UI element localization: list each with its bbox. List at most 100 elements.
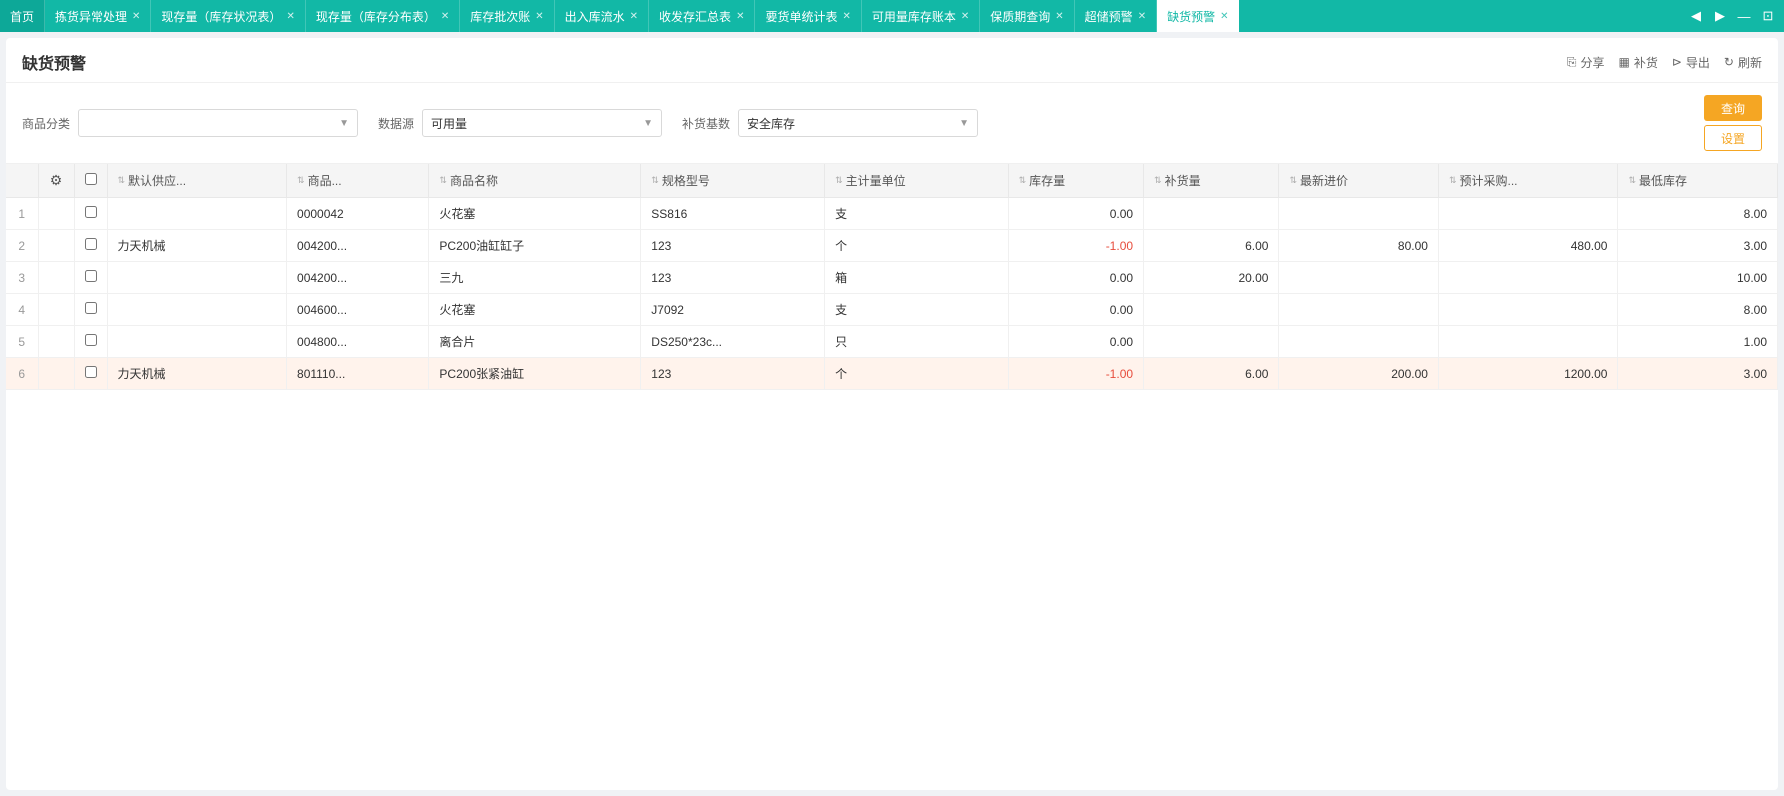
cell-checkbox[interactable] bbox=[74, 198, 107, 230]
nav-prev-btn[interactable]: ◀ bbox=[1684, 4, 1708, 28]
table-row[interactable]: 5004800...离合片DS250*23c...只0.001.00 bbox=[6, 326, 1778, 358]
table-row[interactable]: 10000042火花塞SS816支0.008.00 bbox=[6, 198, 1778, 230]
nav-tab-home[interactable]: 首页 bbox=[0, 0, 45, 32]
nav-minimize-btn[interactable]: — bbox=[1732, 4, 1756, 28]
nav-maximize-btn[interactable]: ⊡ bbox=[1756, 4, 1780, 28]
nav-tab-2[interactable]: 现存量（库存状况表）✕ bbox=[151, 0, 305, 32]
category-select[interactable]: ▼ bbox=[78, 109, 358, 137]
tab-close-icon[interactable]: ✕ bbox=[441, 11, 449, 22]
th-default_supplier[interactable]: ⇅默认供应... bbox=[107, 164, 287, 198]
th-replenish_qty[interactable]: ⇅补货量 bbox=[1144, 164, 1279, 198]
nav-tab-label: 库存批次账 bbox=[470, 8, 530, 25]
tab-close-icon[interactable]: ✕ bbox=[1138, 11, 1146, 22]
sort-icon: ⇅ bbox=[118, 175, 126, 186]
cell-replenish_qty: 20.00 bbox=[1144, 262, 1279, 294]
refresh-button[interactable]: ↻ 刷新 bbox=[1724, 54, 1762, 71]
table-row[interactable]: 3004200...三九123箱0.0020.0010.00 bbox=[6, 262, 1778, 294]
sort-icon: ⇅ bbox=[651, 175, 659, 186]
settings-button[interactable]: 设置 bbox=[1704, 125, 1762, 151]
cell-stock: 0.00 bbox=[1008, 262, 1143, 294]
replenish-select[interactable]: 安全库存 ▼ bbox=[738, 109, 978, 137]
cell-checkbox[interactable] bbox=[74, 230, 107, 262]
th-label-stock: 库存量 bbox=[1029, 172, 1065, 189]
row-checkbox[interactable] bbox=[85, 238, 97, 250]
cell-checkbox[interactable] bbox=[74, 358, 107, 390]
th-label-product_code: 商品... bbox=[308, 172, 342, 189]
cell-estimated_purchase: 480.00 bbox=[1438, 230, 1618, 262]
export-button[interactable]: ⊳ 导出 bbox=[1672, 54, 1710, 71]
nav-controls: ◀ ▶ — ⊡ bbox=[1680, 4, 1784, 28]
cell-min_stock: 8.00 bbox=[1618, 294, 1778, 326]
nav-tab-1[interactable]: 拣货异常处理✕ bbox=[45, 0, 151, 32]
cell-latest_price: 80.00 bbox=[1279, 230, 1438, 262]
th-label-unit: 主计量单位 bbox=[846, 172, 906, 189]
cell-checkbox[interactable] bbox=[74, 262, 107, 294]
cell-checkbox[interactable] bbox=[74, 326, 107, 358]
nav-tab-8[interactable]: 可用量库存账本 ✕ bbox=[862, 0, 980, 32]
tab-close-icon[interactable]: ✕ bbox=[1220, 11, 1228, 22]
cell-default_supplier bbox=[107, 326, 287, 358]
th-product_name[interactable]: ⇅商品名称 bbox=[429, 164, 641, 198]
cell-min_stock: 8.00 bbox=[1618, 198, 1778, 230]
cell-estimated_purchase bbox=[1438, 198, 1618, 230]
cell-product_name: 离合片 bbox=[429, 326, 641, 358]
nav-tab-11[interactable]: 缺货预警✕ bbox=[1157, 0, 1239, 32]
page-title: 缺货预警 bbox=[22, 50, 86, 74]
cell-default_supplier bbox=[107, 262, 287, 294]
tab-close-icon[interactable]: ✕ bbox=[842, 11, 850, 22]
cell-spec: 123 bbox=[641, 358, 825, 390]
gear-icon[interactable]: ⚙ bbox=[50, 172, 63, 188]
th-min_stock[interactable]: ⇅最低库存 bbox=[1618, 164, 1778, 198]
select-all-checkbox[interactable] bbox=[85, 173, 97, 185]
data-table: ⚙⇅默认供应...⇅商品...⇅商品名称⇅规格型号⇅主计量单位⇅库存量⇅补货量⇅… bbox=[6, 164, 1778, 390]
cell-product_name: 火花塞 bbox=[429, 198, 641, 230]
sort-icon: ⇅ bbox=[1289, 175, 1297, 186]
query-button[interactable]: 查询 bbox=[1704, 95, 1762, 121]
tab-close-icon[interactable]: ✕ bbox=[535, 11, 543, 22]
row-checkbox[interactable] bbox=[85, 334, 97, 346]
th-latest_price[interactable]: ⇅最新进价 bbox=[1279, 164, 1438, 198]
row-checkbox[interactable] bbox=[85, 366, 97, 378]
sort-icon: ⇅ bbox=[1154, 175, 1162, 186]
nav-tab-10[interactable]: 超储预警 ✕ bbox=[1075, 0, 1157, 32]
th-stock[interactable]: ⇅库存量 bbox=[1008, 164, 1143, 198]
category-chevron-icon: ▼ bbox=[339, 118, 349, 129]
th-estimated_purchase[interactable]: ⇅预计采购... bbox=[1438, 164, 1618, 198]
cell-spec: J7092 bbox=[641, 294, 825, 326]
tab-close-icon[interactable]: ✕ bbox=[1055, 11, 1063, 22]
nav-next-btn[interactable]: ▶ bbox=[1708, 4, 1732, 28]
nav-tab-4[interactable]: 库存批次账 ✕ bbox=[460, 0, 554, 32]
tab-close-icon[interactable]: ✕ bbox=[286, 11, 294, 22]
share-button[interactable]: ⎘ 分享 bbox=[1567, 54, 1605, 71]
tab-close-icon[interactable]: ✕ bbox=[961, 11, 969, 22]
nav-tab-label: 超储预警 bbox=[1085, 8, 1133, 25]
cell-row-num: 6 bbox=[6, 358, 38, 390]
nav-tab-7[interactable]: 要货单统计表✕ bbox=[755, 0, 861, 32]
cell-spec: 123 bbox=[641, 262, 825, 294]
datasource-select[interactable]: 可用量 ▼ bbox=[422, 109, 662, 137]
table-row[interactable]: 6力天机械801110...PC200张紧油缸123个-1.006.00200.… bbox=[6, 358, 1778, 390]
cell-product_code: 004600... bbox=[287, 294, 429, 326]
nav-tab-9[interactable]: 保质期查询✕ bbox=[980, 0, 1074, 32]
tab-close-icon[interactable]: ✕ bbox=[630, 11, 638, 22]
row-checkbox[interactable] bbox=[85, 206, 97, 218]
table-row[interactable]: 2力天机械004200...PC200油缸缸子123个-1.006.0080.0… bbox=[6, 230, 1778, 262]
nav-tab-5[interactable]: 出入库流水✕ bbox=[555, 0, 649, 32]
nav-tab-label: 可用量库存账本 bbox=[872, 8, 956, 25]
tab-close-icon[interactable]: ✕ bbox=[736, 11, 744, 22]
cell-product_name: 三九 bbox=[429, 262, 641, 294]
cell-row-num: 4 bbox=[6, 294, 38, 326]
th-spec[interactable]: ⇅规格型号 bbox=[641, 164, 825, 198]
row-checkbox[interactable] bbox=[85, 270, 97, 282]
th-product_code[interactable]: ⇅商品... bbox=[287, 164, 429, 198]
row-checkbox[interactable] bbox=[85, 302, 97, 314]
cell-row-num: 2 bbox=[6, 230, 38, 262]
replenish-button[interactable]: ▦ 补货 bbox=[1618, 54, 1657, 71]
cell-stock: 0.00 bbox=[1008, 198, 1143, 230]
th-unit[interactable]: ⇅主计量单位 bbox=[825, 164, 1009, 198]
nav-tab-6[interactable]: 收发存汇总表✕ bbox=[649, 0, 755, 32]
tab-close-icon[interactable]: ✕ bbox=[132, 11, 140, 22]
cell-checkbox[interactable] bbox=[74, 294, 107, 326]
table-row[interactable]: 4004600...火花塞J7092支0.008.00 bbox=[6, 294, 1778, 326]
nav-tab-3[interactable]: 现存量（库存分布表）✕ bbox=[306, 0, 460, 32]
